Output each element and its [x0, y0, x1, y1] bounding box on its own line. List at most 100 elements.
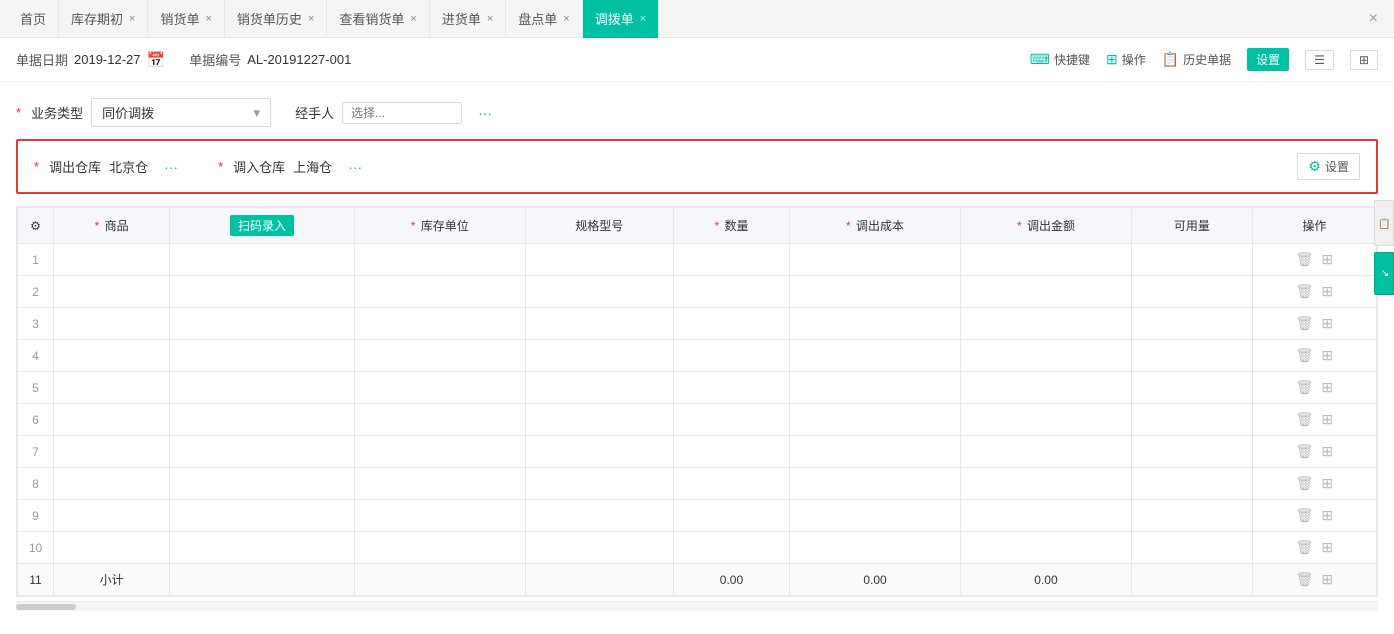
- tab-home[interactable]: 首页: [8, 0, 59, 38]
- cost-cell-1[interactable]: [790, 244, 961, 276]
- view-toggle-grid[interactable]: ⊞: [1350, 50, 1378, 70]
- tab-purchase[interactable]: 进货单 ×: [430, 0, 506, 38]
- cost-cell-8[interactable]: [790, 468, 961, 500]
- copy-icon-4[interactable]: ⊞: [1321, 347, 1333, 364]
- scan-button[interactable]: 扫码录入: [230, 215, 294, 236]
- cost-cell-6[interactable]: [790, 404, 961, 436]
- qty-cell-10[interactable]: [673, 532, 789, 564]
- amount-cell-3[interactable]: [961, 308, 1132, 340]
- shortcut-btn[interactable]: ⌨ 快捷键: [1030, 51, 1090, 68]
- copy-icon-8[interactable]: ⊞: [1321, 475, 1333, 492]
- goods-cell-4[interactable]: [54, 340, 170, 372]
- tab-transfer[interactable]: 调拨单 ×: [583, 0, 659, 38]
- copy-icon-6[interactable]: ⊞: [1321, 411, 1333, 428]
- export-panel-btn[interactable]: ↗: [1374, 252, 1394, 294]
- delete-icon-1[interactable]: 🗑: [1296, 251, 1314, 268]
- close-transfer[interactable]: ×: [640, 13, 646, 25]
- tab-inventory-init[interactable]: 库存期初 ×: [59, 0, 148, 38]
- copy-icon-1[interactable]: ⊞: [1321, 251, 1333, 268]
- delete-icon-10[interactable]: 🗑: [1296, 539, 1314, 556]
- amount-cell-5[interactable]: [961, 372, 1132, 404]
- goods-cell-10[interactable]: [54, 532, 170, 564]
- qty-cell-8[interactable]: [673, 468, 789, 500]
- delete-icon-8[interactable]: 🗑: [1296, 475, 1314, 492]
- goods-cell-8[interactable]: [54, 468, 170, 500]
- close-sales-order[interactable]: ×: [205, 13, 211, 25]
- delete-icon-3[interactable]: 🗑: [1296, 315, 1314, 332]
- cost-cell-2[interactable]: [790, 276, 961, 308]
- delete-icon-7[interactable]: 🗑: [1296, 443, 1314, 460]
- amount-cell-4[interactable]: [961, 340, 1132, 372]
- copy-icon-5[interactable]: ⊞: [1321, 379, 1333, 396]
- tab-inventory-count[interactable]: 盘点单 ×: [506, 0, 582, 38]
- transfer-in-more-icon[interactable]: ···: [348, 159, 362, 175]
- cost-cell-5[interactable]: [790, 372, 961, 404]
- copy-icon-2[interactable]: ⊞: [1321, 283, 1333, 300]
- col-header-scan[interactable]: 扫码录入: [170, 208, 355, 244]
- qty-cell-3[interactable]: [673, 308, 789, 340]
- goods-cell-6[interactable]: [54, 404, 170, 436]
- tab-view-sales[interactable]: 查看销货单 ×: [327, 0, 429, 38]
- calendar-icon[interactable]: 📅: [147, 51, 166, 69]
- tab-sales-order[interactable]: 销货单 ×: [148, 0, 224, 38]
- view-toggle-list[interactable]: ☰: [1305, 50, 1334, 70]
- qty-cell-2[interactable]: [673, 276, 789, 308]
- close-view-sales[interactable]: ×: [410, 13, 416, 25]
- close-all-tabs[interactable]: ×: [1361, 10, 1386, 28]
- transfer-out-more-icon[interactable]: ···: [164, 159, 178, 175]
- copy-icon-7[interactable]: ⊞: [1321, 443, 1333, 460]
- tab-view-sales-label: 查看销货单: [339, 9, 404, 28]
- delete-icon-2[interactable]: 🗑: [1296, 283, 1314, 300]
- cost-cell-4[interactable]: [790, 340, 961, 372]
- delete-icon-5[interactable]: 🗑: [1296, 379, 1314, 396]
- close-inventory-init[interactable]: ×: [129, 13, 135, 25]
- goods-cell-9[interactable]: [54, 500, 170, 532]
- goods-cell-5[interactable]: [54, 372, 170, 404]
- goods-cell-7[interactable]: [54, 436, 170, 468]
- business-type-select[interactable]: 同价调拨 ▾: [91, 98, 271, 127]
- qty-cell-9[interactable]: [673, 500, 789, 532]
- copy-icon-9[interactable]: ⊞: [1321, 507, 1333, 524]
- copy-icon-3[interactable]: ⊞: [1321, 315, 1333, 332]
- horizontal-scrollbar[interactable]: [16, 601, 1378, 611]
- cost-cell-9[interactable]: [790, 500, 961, 532]
- goods-cell-3[interactable]: [54, 308, 170, 340]
- delete-icon-11[interactable]: 🗑: [1296, 571, 1314, 588]
- amount-cell-2[interactable]: [961, 276, 1132, 308]
- qty-cell-1[interactable]: [673, 244, 789, 276]
- qty-cell-4[interactable]: [673, 340, 789, 372]
- amount-cell-6[interactable]: [961, 404, 1132, 436]
- cost-cell-7[interactable]: [790, 436, 961, 468]
- operator-input[interactable]: [342, 102, 462, 124]
- amount-cell-1[interactable]: [961, 244, 1132, 276]
- operation-btn[interactable]: ⊞ 操作: [1106, 51, 1146, 68]
- column-settings-btn[interactable]: ⚙ 设置: [1297, 153, 1360, 180]
- settings-btn-header[interactable]: 设置: [1247, 48, 1289, 71]
- delete-icon-9[interactable]: 🗑: [1296, 507, 1314, 524]
- scroll-thumb[interactable]: [16, 604, 76, 610]
- qty-cell-6[interactable]: [673, 404, 789, 436]
- copy-icon-11[interactable]: ⊞: [1321, 571, 1333, 588]
- goods-cell-2[interactable]: [54, 276, 170, 308]
- cost-cell-10[interactable]: [790, 532, 961, 564]
- copy-icon-10[interactable]: ⊞: [1321, 539, 1333, 556]
- qty-cell-5[interactable]: [673, 372, 789, 404]
- operator-more-icon[interactable]: ···: [478, 105, 492, 121]
- close-sales-history[interactable]: ×: [308, 13, 314, 25]
- note-panel-btn[interactable]: 📋: [1374, 200, 1394, 246]
- goods-cell-1[interactable]: [54, 244, 170, 276]
- col-header-gear[interactable]: ⚙: [18, 208, 54, 244]
- close-purchase[interactable]: ×: [487, 13, 493, 25]
- amount-cell-10[interactable]: [961, 532, 1132, 564]
- qty-cell-7[interactable]: [673, 436, 789, 468]
- delete-icon-6[interactable]: 🗑: [1296, 411, 1314, 428]
- delete-icon-4[interactable]: 🗑: [1296, 347, 1314, 364]
- close-inventory-count[interactable]: ×: [563, 13, 569, 25]
- amount-cell-8[interactable]: [961, 468, 1132, 500]
- tab-sales-history[interactable]: 销货单历史 ×: [225, 0, 327, 38]
- gear-header-icon[interactable]: ⚙: [30, 219, 41, 233]
- amount-cell-9[interactable]: [961, 500, 1132, 532]
- cost-cell-3[interactable]: [790, 308, 961, 340]
- history-btn[interactable]: 📋 历史单据: [1162, 51, 1231, 68]
- amount-cell-7[interactable]: [961, 436, 1132, 468]
